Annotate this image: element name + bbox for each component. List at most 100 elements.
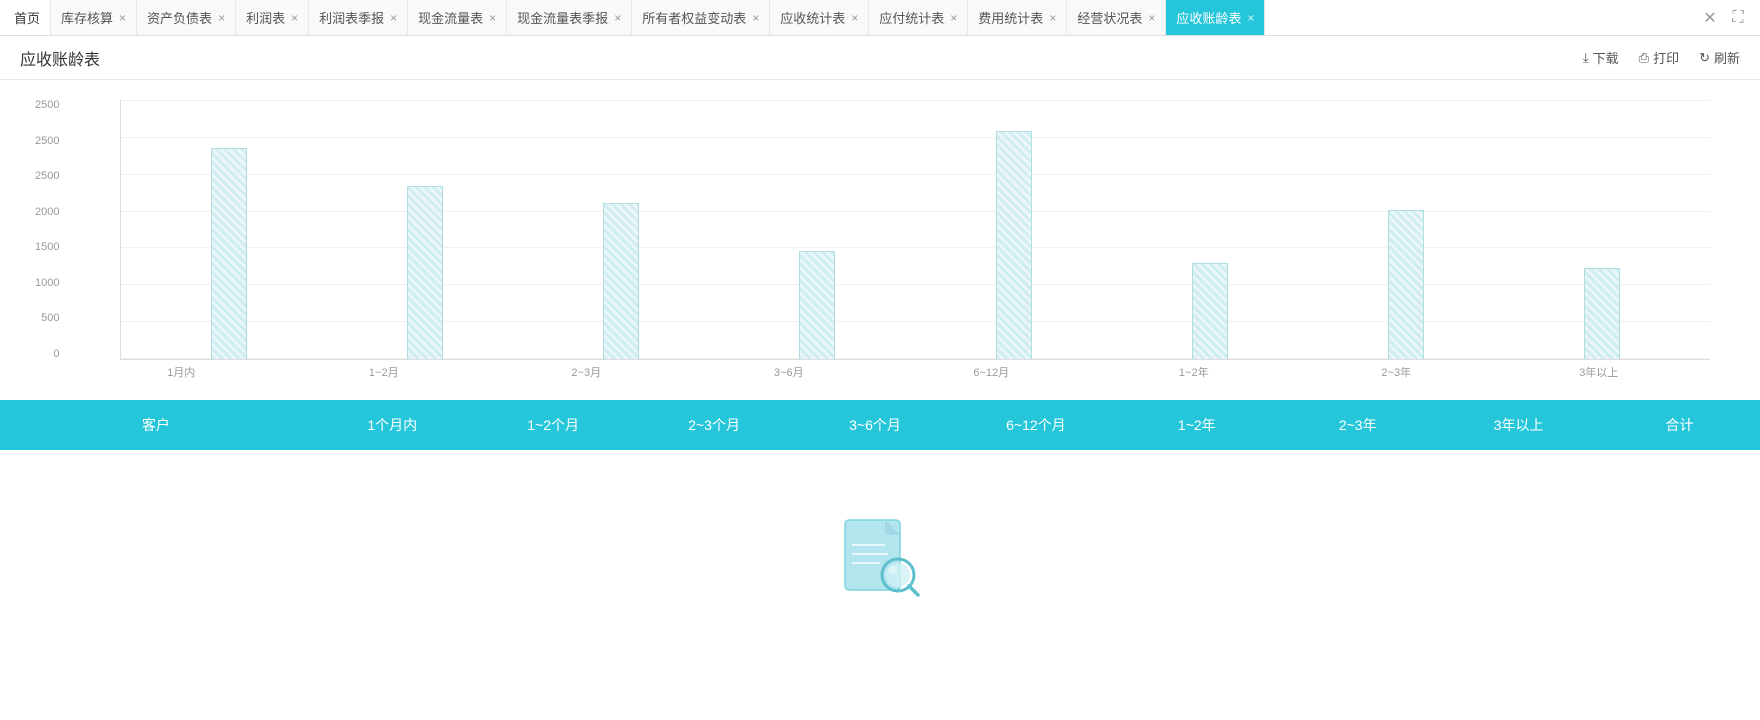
bar-group bbox=[211, 148, 247, 359]
bar bbox=[1192, 263, 1228, 359]
tab-close-ar-aging[interactable]: × bbox=[1247, 11, 1254, 25]
tab-label: 应收统计表 bbox=[780, 8, 845, 27]
window-controls: ✕ ⛶ bbox=[1700, 8, 1756, 28]
tab-balance[interactable]: 资产负债表 × bbox=[137, 0, 236, 36]
tab-label: 利润表季报 bbox=[319, 8, 384, 27]
th-cell: 3年以上 bbox=[1438, 415, 1599, 435]
bar-group bbox=[996, 131, 1032, 359]
y-axis: 2500 2500 2500 2000 1500 1000 500 0 bbox=[35, 100, 59, 360]
tab-profit-quarter[interactable]: 利润表季报 × bbox=[309, 0, 408, 36]
bar bbox=[996, 131, 1032, 359]
tab-operation[interactable]: 经营状况表 × bbox=[1067, 0, 1166, 36]
y-label: 1000 bbox=[35, 278, 59, 289]
y-label: 2500 bbox=[35, 171, 59, 182]
y-label: 2500 bbox=[35, 136, 59, 147]
tab-inventory[interactable]: 库存核算 × bbox=[51, 0, 137, 36]
tab-close-ar-stats[interactable]: × bbox=[851, 11, 858, 25]
chart-container bbox=[120, 100, 1710, 360]
tab-close-profit[interactable]: × bbox=[291, 11, 298, 25]
tab-ap-stats[interactable]: 应付统计表 × bbox=[869, 0, 968, 36]
x-label: 2~3月 bbox=[561, 364, 611, 380]
tab-close-cashflow-quarter[interactable]: × bbox=[614, 11, 621, 25]
tab-close-profit-quarter[interactable]: × bbox=[390, 11, 397, 25]
tab-home-label: 首页 bbox=[14, 8, 40, 27]
y-label: 0 bbox=[53, 349, 59, 360]
y-label: 500 bbox=[41, 313, 59, 324]
x-label: 2~3年 bbox=[1371, 364, 1421, 380]
x-axis: 1月内 1~2月 2~3月 3~6月 6~12月 1~2年 2~3年 3年以上 bbox=[70, 360, 1710, 380]
chart-section: 2500 2500 2500 2000 1500 1000 500 0 1月内 1~2月 2~3月… bbox=[0, 80, 1760, 390]
x-label: 3~6月 bbox=[764, 364, 814, 380]
tab-label: 现金流量表 bbox=[418, 8, 483, 27]
th-cell: 1~2个月 bbox=[473, 415, 634, 435]
refresh-label: 刷新 bbox=[1714, 48, 1740, 67]
tab-close-equity[interactable]: × bbox=[752, 11, 759, 25]
bar-group bbox=[1192, 263, 1228, 359]
tab-cashflow[interactable]: 现金流量表 × bbox=[408, 0, 507, 36]
bar-group bbox=[1388, 210, 1424, 359]
download-icon: ⤓ bbox=[1583, 50, 1589, 66]
th-cell: 合计 bbox=[1599, 415, 1760, 435]
bar-group bbox=[407, 186, 443, 359]
bar-group bbox=[603, 203, 639, 359]
tab-label: 经营状况表 bbox=[1077, 8, 1142, 27]
print-button[interactable]: ⎙ 打印 bbox=[1639, 48, 1679, 67]
tab-label: 应收账龄表 bbox=[1176, 8, 1241, 27]
y-label: 2500 bbox=[35, 100, 59, 111]
tab-cashflow-quarter[interactable]: 现金流量表季报 × bbox=[507, 0, 632, 36]
bar-group bbox=[799, 251, 835, 359]
tab-ar-stats[interactable]: 应收统计表 × bbox=[770, 0, 869, 36]
download-label: 下载 bbox=[1593, 48, 1619, 67]
tab-close-operation[interactable]: × bbox=[1148, 11, 1155, 25]
tab-profit[interactable]: 利润表 × bbox=[236, 0, 309, 36]
empty-icon bbox=[830, 510, 930, 610]
header-actions: ⤓ 下载 ⎙ 打印 ↻ 刷新 bbox=[1583, 48, 1740, 67]
bar-group bbox=[1584, 268, 1620, 359]
tab-equity[interactable]: 所有者权益变动表 × bbox=[632, 0, 770, 36]
tab-label: 现金流量表季报 bbox=[517, 8, 608, 27]
tab-close-expense[interactable]: × bbox=[1049, 11, 1056, 25]
tab-label: 库存核算 bbox=[61, 8, 113, 27]
x-label: 6~12月 bbox=[966, 364, 1016, 380]
x-label: 1~2月 bbox=[359, 364, 409, 380]
tab-label: 费用统计表 bbox=[978, 8, 1043, 27]
tab-close-balance[interactable]: × bbox=[218, 11, 225, 25]
bar bbox=[603, 203, 639, 359]
print-label: 打印 bbox=[1653, 48, 1679, 67]
bar bbox=[1388, 210, 1424, 359]
tab-label: 所有者权益变动表 bbox=[642, 8, 746, 27]
tab-close-cashflow[interactable]: × bbox=[489, 11, 496, 25]
tab-close-inventory[interactable]: × bbox=[119, 11, 126, 25]
tab-home[interactable]: 首页 bbox=[4, 0, 51, 36]
bar bbox=[407, 186, 443, 359]
th-cell: 6~12个月 bbox=[955, 415, 1116, 435]
x-label: 1月内 bbox=[156, 364, 206, 380]
refresh-button[interactable]: ↻ 刷新 bbox=[1699, 48, 1740, 67]
close-button[interactable]: ✕ bbox=[1700, 8, 1720, 28]
download-button[interactable]: ⤓ 下载 bbox=[1583, 48, 1619, 67]
x-label: 3年以上 bbox=[1574, 364, 1624, 380]
th-cell: 3~6个月 bbox=[795, 415, 956, 435]
tab-expense[interactable]: 费用统计表 × bbox=[968, 0, 1067, 36]
tab-label: 资产负债表 bbox=[147, 8, 212, 27]
page-header: 应收账龄表 ⤓ 下载 ⎙ 打印 ↻ 刷新 bbox=[0, 36, 1760, 80]
y-label: 2000 bbox=[35, 207, 59, 218]
tab-ar-aging[interactable]: 应收账龄表 × bbox=[1166, 0, 1265, 36]
empty-state bbox=[0, 450, 1760, 650]
th-cell: 2~3年 bbox=[1277, 415, 1438, 435]
th-cell: 客户 bbox=[0, 415, 312, 435]
tab-label: 应付统计表 bbox=[879, 8, 944, 27]
tab-label: 利润表 bbox=[246, 8, 285, 27]
chart-bars bbox=[121, 100, 1710, 359]
bar bbox=[211, 148, 247, 359]
th-cell: 1个月内 bbox=[312, 415, 473, 435]
tab-close-ap-stats[interactable]: × bbox=[950, 11, 957, 25]
y-label: 1500 bbox=[35, 242, 59, 253]
maximize-button[interactable]: ⛶ bbox=[1728, 8, 1748, 28]
th-cell: 2~3个月 bbox=[634, 415, 795, 435]
x-label: 1~2年 bbox=[1169, 364, 1219, 380]
tab-bar: 首页 库存核算×资产负债表×利润表×利润表季报×现金流量表×现金流量表季报×所有… bbox=[0, 0, 1760, 36]
bar bbox=[799, 251, 835, 359]
page-title: 应收账龄表 bbox=[20, 46, 100, 70]
refresh-icon: ↻ bbox=[1699, 50, 1710, 66]
